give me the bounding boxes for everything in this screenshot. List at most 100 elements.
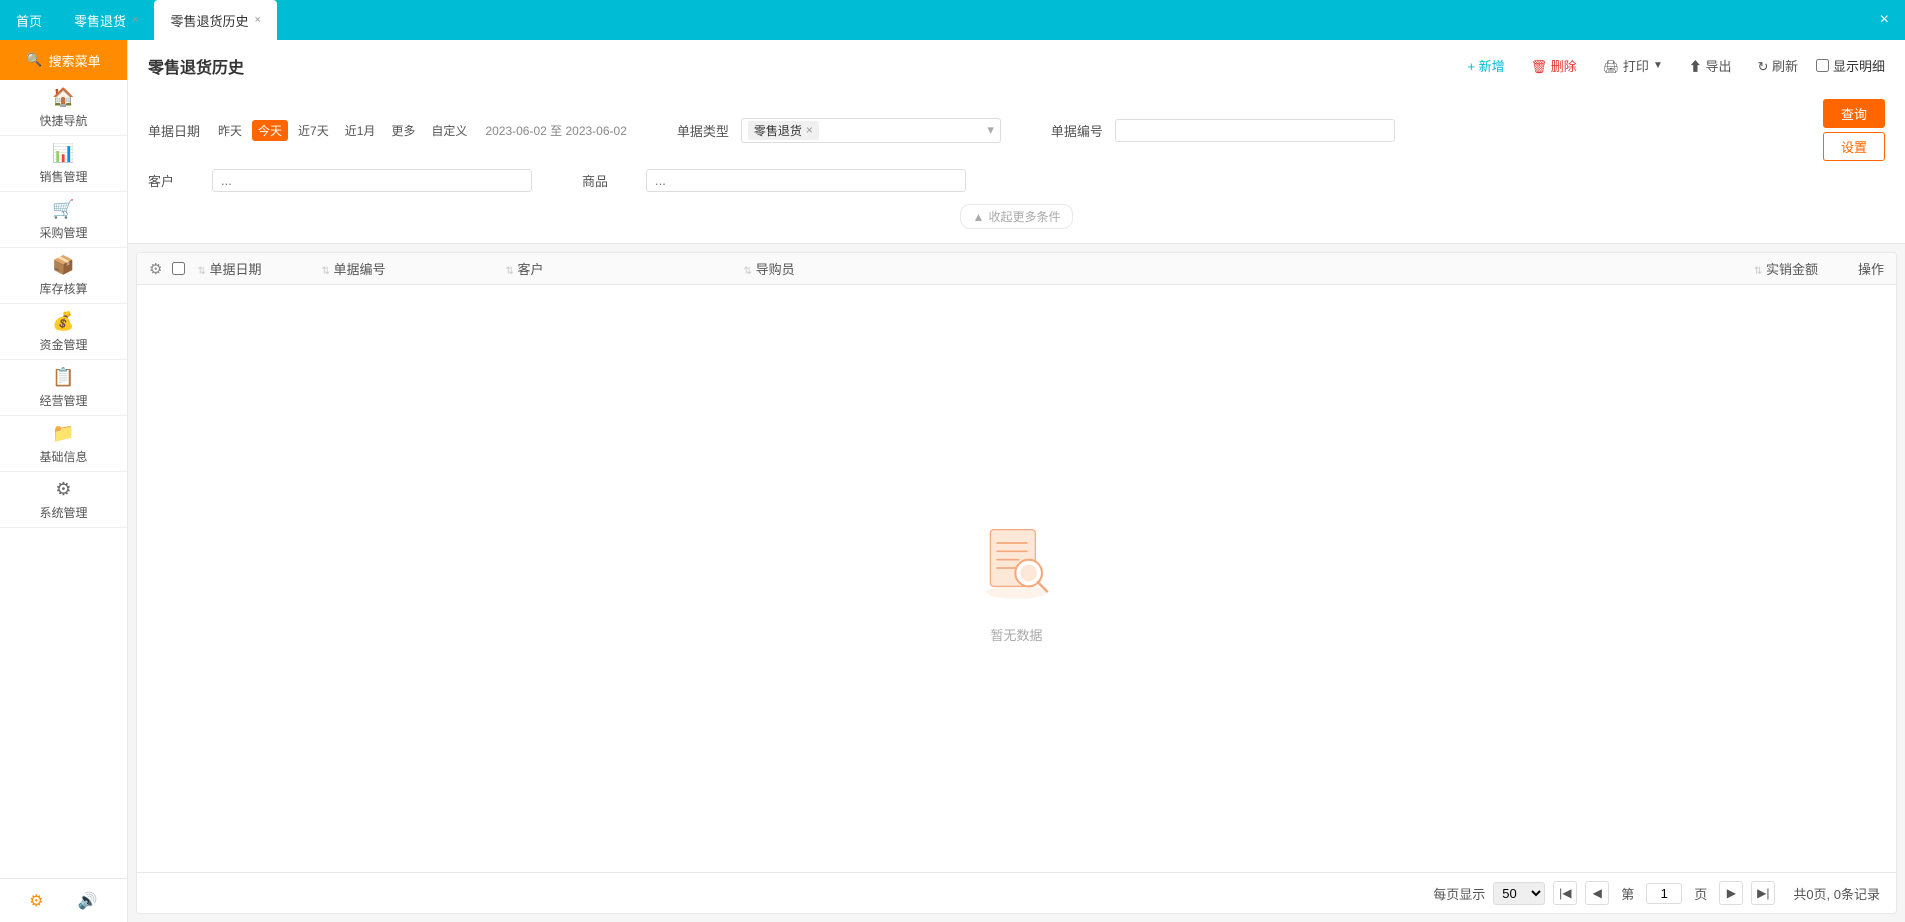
col-number-sort-icon: ⇅ bbox=[321, 266, 329, 277]
collapse-row: ▲ 收起更多条件 bbox=[148, 200, 1885, 233]
sidebar-item-business[interactable]: 📋 经营管理 bbox=[0, 360, 127, 416]
goods-input[interactable] bbox=[646, 169, 966, 192]
pagination: 每页显示 10 20 50 100 |◀ ◀ 第 页 ▶ ▶| 共0页, 0条记… bbox=[137, 872, 1896, 913]
doc-type-input[interactable]: 零售退货 × ▾ bbox=[741, 118, 1001, 143]
refresh-button[interactable]: ↻ 刷新 bbox=[1749, 52, 1806, 79]
next-page-btn[interactable]: ▶ bbox=[1719, 881, 1743, 905]
table-header-bar: ⚙ ⇅ 单据日期 ⇅ 单据编号 ⇅ 客户 ⇅ 导购员 bbox=[137, 253, 1896, 285]
collapse-label: 收起更多条件 bbox=[988, 208, 1060, 225]
tab-retail-return-history-label: 零售退货历史 bbox=[170, 11, 248, 30]
sidebar: 🔍 搜索菜单 🏠 快捷导航 📊 销售管理 🛒 采购管理 📦 库存核算 💰 bbox=[0, 40, 128, 922]
sidebar-item-finance[interactable]: 💰 资金管理 bbox=[0, 304, 127, 360]
quick-nav-label: 快捷导航 bbox=[39, 112, 87, 129]
last-page-btn[interactable]: ▶| bbox=[1751, 881, 1775, 905]
audio-bottom-btn[interactable]: 🔊 bbox=[78, 891, 98, 911]
col-amount-sort-icon: ⇅ bbox=[1754, 266, 1762, 277]
sidebar-item-purchase[interactable]: 🛒 采购管理 bbox=[0, 192, 127, 248]
tab-retail-return[interactable]: 零售退货 × bbox=[58, 0, 154, 40]
sidebar-item-basic-info[interactable]: 📁 基础信息 bbox=[0, 416, 127, 472]
date-btn-custom[interactable]: 自定义 bbox=[425, 120, 473, 141]
prev-page-btn[interactable]: ◀ bbox=[1585, 881, 1609, 905]
page-size-select[interactable]: 10 20 50 100 bbox=[1493, 882, 1545, 905]
date-btn-last-month[interactable]: 近1月 bbox=[339, 120, 382, 141]
top-tabs: 首页 零售退货 × 零售退货历史 × bbox=[0, 0, 1880, 40]
table-settings-icon[interactable]: ⚙ bbox=[149, 260, 162, 278]
customer-input[interactable] bbox=[212, 169, 532, 192]
empty-illustration bbox=[967, 513, 1067, 613]
print-label: 🖨 打印 bbox=[1603, 56, 1649, 75]
date-btn-more[interactable]: 更多 bbox=[385, 120, 421, 141]
sales-icon: 📊 bbox=[52, 143, 74, 164]
new-label: + 新增 bbox=[1467, 56, 1504, 75]
col-date-sort-icon: ⇅ bbox=[197, 266, 205, 277]
show-detail-checkbox-label[interactable]: 显示明细 bbox=[1816, 56, 1885, 75]
doc-number-input[interactable] bbox=[1115, 119, 1395, 142]
sidebar-bottom: ⚙ 🔊 bbox=[0, 878, 127, 922]
col-guide-header: ⇅ 导购员 bbox=[744, 259, 795, 278]
show-detail-label: 显示明细 bbox=[1833, 56, 1885, 75]
page-title: 零售退货历史 bbox=[148, 54, 244, 78]
tab-home[interactable]: 首页 bbox=[0, 0, 58, 40]
settings-bottom-btn[interactable]: ⚙ bbox=[29, 891, 43, 911]
tab-retail-return-history-close[interactable]: × bbox=[254, 14, 260, 26]
date-range-text: 2023-06-02 至 2023-06-02 bbox=[485, 122, 626, 139]
business-icon: 📋 bbox=[52, 367, 74, 388]
customer-filter: 客户 bbox=[148, 169, 532, 192]
sidebar-item-quick-nav[interactable]: 🏠 快捷导航 bbox=[0, 80, 127, 136]
finance-icon: 💰 bbox=[52, 311, 74, 332]
finance-label: 资金管理 bbox=[39, 336, 87, 353]
first-page-btn[interactable]: |◀ bbox=[1553, 881, 1577, 905]
content-area: 零售退货历史 + 新增 🗑 删除 🖨 打印 ▼ ⬆ 导出 bbox=[128, 40, 1905, 922]
toolbar: + 新增 🗑 删除 🖨 打印 ▼ ⬆ 导出 ↻ 刷新 bbox=[1459, 52, 1885, 79]
show-detail-checkbox[interactable] bbox=[1816, 59, 1829, 72]
col-number-header: ⇅ 单据编号 bbox=[321, 259, 385, 278]
action-buttons: 查询 设置 bbox=[1823, 99, 1885, 161]
page-input[interactable] bbox=[1646, 883, 1682, 904]
tab-retail-return-history[interactable]: 零售退货历史 × bbox=[154, 0, 276, 40]
top-bar: 首页 零售退货 × 零售退货历史 × × bbox=[0, 0, 1905, 40]
print-button[interactable]: 🖨 打印 ▼ bbox=[1595, 52, 1671, 79]
export-label: ⬆ 导出 bbox=[1689, 56, 1732, 75]
sales-label: 销售管理 bbox=[39, 168, 87, 185]
page-title-row: 零售退货历史 + 新增 🗑 删除 🖨 打印 ▼ ⬆ 导出 bbox=[148, 52, 1885, 79]
tab-retail-return-close[interactable]: × bbox=[132, 14, 138, 26]
basic-info-label: 基础信息 bbox=[39, 448, 87, 465]
date-btn-last7[interactable]: 近7天 bbox=[292, 120, 335, 141]
sidebar-search[interactable]: 🔍 搜索菜单 bbox=[0, 40, 127, 80]
tab-home-label: 首页 bbox=[16, 11, 42, 30]
page-label-end: 页 bbox=[1694, 884, 1707, 903]
page-label: 第 bbox=[1621, 884, 1634, 903]
goods-filter-label: 商品 bbox=[582, 171, 638, 190]
main-layout: 🔍 搜索菜单 🏠 快捷导航 📊 销售管理 🛒 采购管理 📦 库存核算 💰 bbox=[0, 40, 1905, 922]
tab-retail-return-label: 零售退货 bbox=[74, 11, 126, 30]
customer-filter-label: 客户 bbox=[148, 171, 204, 190]
doc-type-tag: 零售退货 × bbox=[748, 121, 819, 140]
sidebar-item-sales[interactable]: 📊 销售管理 bbox=[0, 136, 127, 192]
export-button[interactable]: ⬆ 导出 bbox=[1681, 52, 1740, 79]
new-button[interactable]: + 新增 bbox=[1459, 52, 1512, 79]
doc-type-tag-close[interactable]: × bbox=[806, 123, 813, 137]
col-actions-header: 操作 bbox=[1858, 259, 1884, 278]
sidebar-menu: 🏠 快捷导航 📊 销售管理 🛒 采购管理 📦 库存核算 💰 资金管理 📋 bbox=[0, 80, 127, 878]
select-all-checkbox[interactable] bbox=[172, 262, 185, 275]
date-shortcuts: 昨天 今天 近7天 近1月 更多 自定义 bbox=[212, 120, 473, 141]
inventory-icon: 📦 bbox=[52, 255, 74, 276]
query-button[interactable]: 查询 bbox=[1823, 99, 1885, 128]
delete-button[interactable]: 🗑 删除 bbox=[1523, 52, 1585, 79]
date-filter: 单据日期 昨天 今天 近7天 近1月 更多 自定义 2023-06-02 至 2… bbox=[148, 120, 627, 141]
col-customer-header: ⇅ 客户 bbox=[506, 259, 544, 278]
sidebar-item-system[interactable]: ⚙ 系统管理 bbox=[0, 472, 127, 528]
col-date-header: ⇅ 单据日期 bbox=[197, 259, 261, 278]
filter-section: 单据日期 昨天 今天 近7天 近1月 更多 自定义 2023-06-02 至 2… bbox=[148, 89, 1885, 243]
purchase-icon: 🛒 bbox=[52, 199, 74, 220]
window-close-btn[interactable]: × bbox=[1880, 11, 1905, 29]
refresh-label: ↻ 刷新 bbox=[1757, 56, 1798, 75]
date-btn-yesterday[interactable]: 昨天 bbox=[212, 120, 248, 141]
total-info: 共0页, 0条记录 bbox=[1793, 884, 1880, 903]
filter-row-2: 客户 商品 bbox=[148, 169, 1885, 192]
sidebar-item-inventory[interactable]: 📦 库存核算 bbox=[0, 248, 127, 304]
empty-state: 暂无数据 bbox=[137, 285, 1896, 872]
setting-button[interactable]: 设置 bbox=[1823, 132, 1885, 161]
date-btn-today[interactable]: 今天 bbox=[252, 120, 288, 141]
collapse-button[interactable]: ▲ 收起更多条件 bbox=[960, 204, 1074, 229]
